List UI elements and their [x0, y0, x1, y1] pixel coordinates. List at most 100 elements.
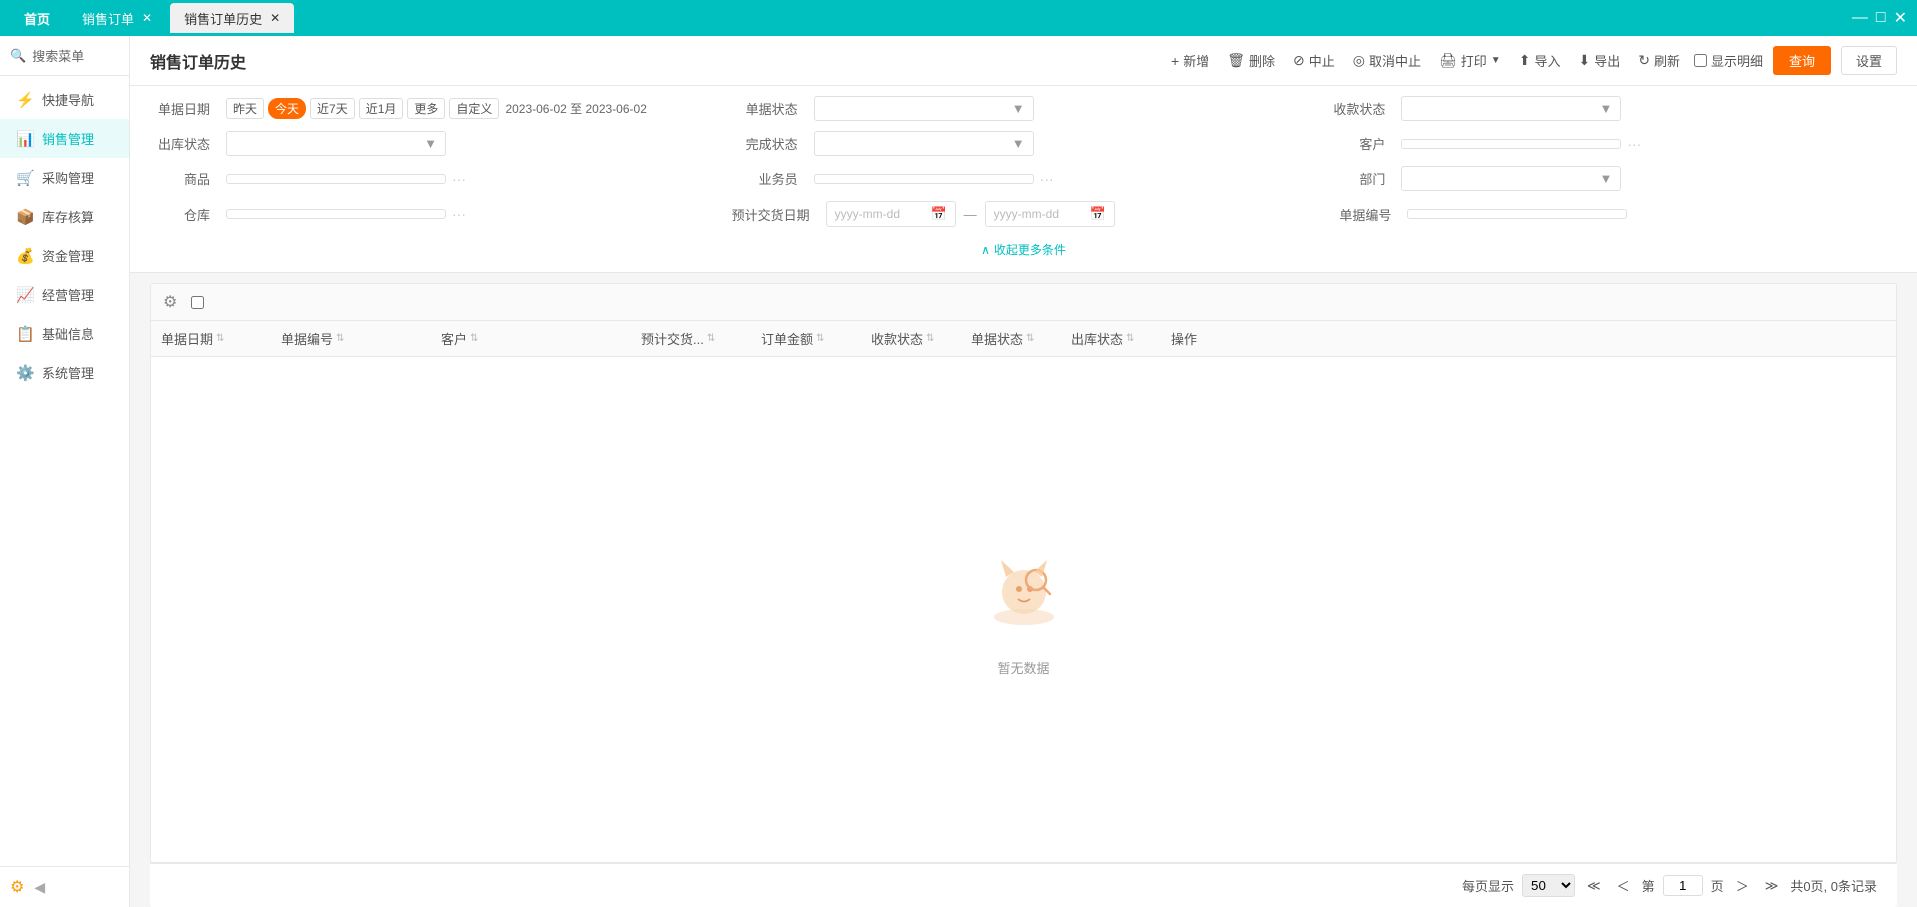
page-size-label: 每页显示 [1462, 876, 1514, 895]
sidebar-item-inventory-label: 库存核算 [42, 207, 94, 226]
close-icon[interactable]: ✕ [1894, 8, 1907, 28]
tab-sales-order-history[interactable]: 销售订单历史 ✕ [170, 3, 294, 33]
sidebar-search-area[interactable]: 🔍 搜索菜单 [0, 36, 129, 76]
date-btn-1month[interactable]: 近1月 [359, 98, 404, 119]
sidebar-item-purchase-mgmt[interactable]: 🛒 采购管理 [0, 158, 129, 197]
add-label: 新增 [1183, 51, 1209, 70]
product-input[interactable] [226, 174, 446, 184]
salesperson-ellipsis[interactable]: ··· [1040, 171, 1054, 187]
sidebar-item-operations[interactable]: 📈 经营管理 [0, 275, 129, 314]
collapse-bar[interactable]: ∧ 收起更多条件 [150, 237, 1897, 262]
doc-no-input[interactable] [1407, 209, 1627, 219]
delete-icon: 🗑 [1227, 52, 1245, 69]
filter-label-customer: 客户 [1325, 134, 1385, 153]
display-toggle[interactable]: 显示明细 [1694, 51, 1763, 70]
date-btn-custom[interactable]: 自定义 [449, 98, 499, 119]
maximize-icon[interactable]: □ [1876, 9, 1886, 27]
th-amount[interactable]: 订单金额 ⇅ [751, 329, 861, 348]
print-label: 打印 [1461, 51, 1487, 70]
department-select[interactable]: ▼ [1401, 166, 1621, 191]
warehouse-ellipsis[interactable]: ··· [452, 206, 466, 222]
th-date[interactable]: 单据日期 ⇅ [151, 329, 271, 348]
th-receipt[interactable]: 收款状态 ⇅ [861, 329, 961, 348]
table-settings-icon[interactable]: ⚙ [163, 292, 177, 312]
add-button[interactable]: + 新增 [1167, 49, 1213, 72]
tab-sales-order-history-close[interactable]: ✕ [270, 11, 280, 25]
import-button[interactable]: ⬆ 导入 [1515, 49, 1565, 72]
salesperson-input[interactable] [814, 174, 1034, 184]
sidebar-item-finance[interactable]: 💰 资金管理 [0, 236, 129, 275]
th-date-label: 单据日期 [161, 329, 213, 348]
th-warehouse-status[interactable]: 出库状态 ⇅ [1061, 329, 1161, 348]
page-number-input[interactable] [1663, 875, 1703, 896]
sidebar-item-quick-nav-label: 快捷导航 [42, 90, 94, 109]
collapse-sidebar-icon[interactable]: ◀ [34, 879, 45, 896]
display-toggle-checkbox[interactable] [1694, 54, 1707, 67]
delete-button[interactable]: 🗑 删除 [1223, 49, 1279, 72]
refresh-button[interactable]: ↻ 刷新 [1634, 49, 1684, 72]
cancel-stop-button[interactable]: ◎ 取消中止 [1349, 49, 1425, 72]
collapse-label: 收起更多条件 [994, 241, 1066, 258]
product-ellipsis[interactable]: ··· [452, 171, 466, 187]
search-menu[interactable]: 🔍 搜索菜单 [10, 46, 119, 65]
th-status[interactable]: 单据状态 ⇅ [961, 329, 1061, 348]
filter-row-2: 出库状态 ▼ 完成状态 ▼ 客户 ··· [150, 131, 1897, 156]
settings-bottom-icon[interactable]: ⚙ [10, 877, 24, 897]
pagination-next-btn[interactable]: ＞ [1732, 874, 1753, 897]
th-customer[interactable]: 客户 ⇅ [431, 329, 631, 348]
sidebar-item-sales-mgmt[interactable]: 📊 销售管理 [0, 119, 129, 158]
sidebar-item-base-info[interactable]: 📋 基础信息 [0, 314, 129, 353]
stop-label: 中止 [1309, 51, 1335, 70]
th-no[interactable]: 单据编号 ⇅ [271, 329, 431, 348]
complete-status-select[interactable]: ▼ [814, 131, 1034, 156]
query-button[interactable]: 查询 [1773, 46, 1831, 75]
add-icon: + [1171, 53, 1179, 69]
page-size-select[interactable]: 50 10 20 100 [1522, 874, 1575, 897]
warehouse-input[interactable] [226, 209, 446, 219]
print-icon: 🖨 [1439, 52, 1457, 69]
delivery-date-to[interactable]: yyyy-mm-dd 📅 [985, 201, 1115, 227]
sidebar-item-sys-mgmt[interactable]: ⚙️ 系统管理 [0, 353, 129, 392]
tab-home[interactable]: 首页 [10, 3, 64, 33]
delivery-date-to-placeholder: yyyy-mm-dd [994, 207, 1059, 221]
select-all-checkbox[interactable] [191, 296, 204, 309]
sidebar-item-inventory[interactable]: 📦 库存核算 [0, 197, 129, 236]
tab-sales-order-label: 销售订单 [82, 9, 134, 28]
receipt-status-select[interactable]: ▼ [1401, 96, 1621, 121]
delivery-date-from[interactable]: yyyy-mm-dd 📅 [826, 201, 956, 227]
print-button[interactable]: 🖨 打印 ▼ [1435, 49, 1505, 72]
customer-input[interactable] [1401, 139, 1621, 149]
pagination-last-btn[interactable]: ≫ [1761, 876, 1783, 896]
export-button[interactable]: ⬇ 导出 [1574, 49, 1624, 72]
date-btn-today[interactable]: 今天 [268, 98, 306, 119]
setting-button[interactable]: 设置 [1841, 46, 1897, 75]
th-no-label: 单据编号 [281, 329, 333, 348]
finance-icon: 💰 [16, 247, 34, 265]
date-btn-yesterday[interactable]: 昨天 [226, 98, 264, 119]
date-btn-7days[interactable]: 近7天 [310, 98, 355, 119]
pagination-total: 共0页, 0条记录 [1790, 876, 1877, 895]
customer-ellipsis[interactable]: ··· [1627, 136, 1641, 152]
filter-label-department: 部门 [1325, 169, 1385, 188]
doc-status-select[interactable]: ▼ [814, 96, 1034, 121]
sidebar-item-quick-nav[interactable]: ⚡ 快捷导航 [0, 80, 129, 119]
pagination-prev-btn[interactable]: ＜ [1613, 874, 1634, 897]
doc-status-arrow: ▼ [1012, 101, 1025, 116]
stop-button[interactable]: ⊘ 中止 [1289, 49, 1339, 72]
tab-sales-order[interactable]: 销售订单 ✕ [68, 3, 166, 33]
th-customer-label: 客户 [441, 329, 467, 348]
sidebar-item-sales-mgmt-label: 销售管理 [42, 129, 94, 148]
pagination-first-btn[interactable]: ≪ [1583, 876, 1605, 896]
minimize-icon[interactable]: — [1852, 9, 1868, 27]
base-info-icon: 📋 [16, 325, 34, 343]
tab-sales-order-close[interactable]: ✕ [142, 11, 152, 25]
export-label: 导出 [1594, 51, 1620, 70]
filter-label-doc-date: 单据日期 [150, 99, 210, 118]
th-delivery[interactable]: 预计交货... ⇅ [631, 329, 751, 348]
sidebar-item-operations-label: 经营管理 [42, 285, 94, 304]
filter-control-delivery-date: yyyy-mm-dd 📅 — yyyy-mm-dd 📅 [826, 201, 1316, 227]
date-btn-more[interactable]: 更多 [407, 98, 445, 119]
th-receipt-sort-icon: ⇅ [926, 333, 934, 344]
cancel-stop-label: 取消中止 [1369, 51, 1421, 70]
warehouse-status-select[interactable]: ▼ [226, 131, 446, 156]
